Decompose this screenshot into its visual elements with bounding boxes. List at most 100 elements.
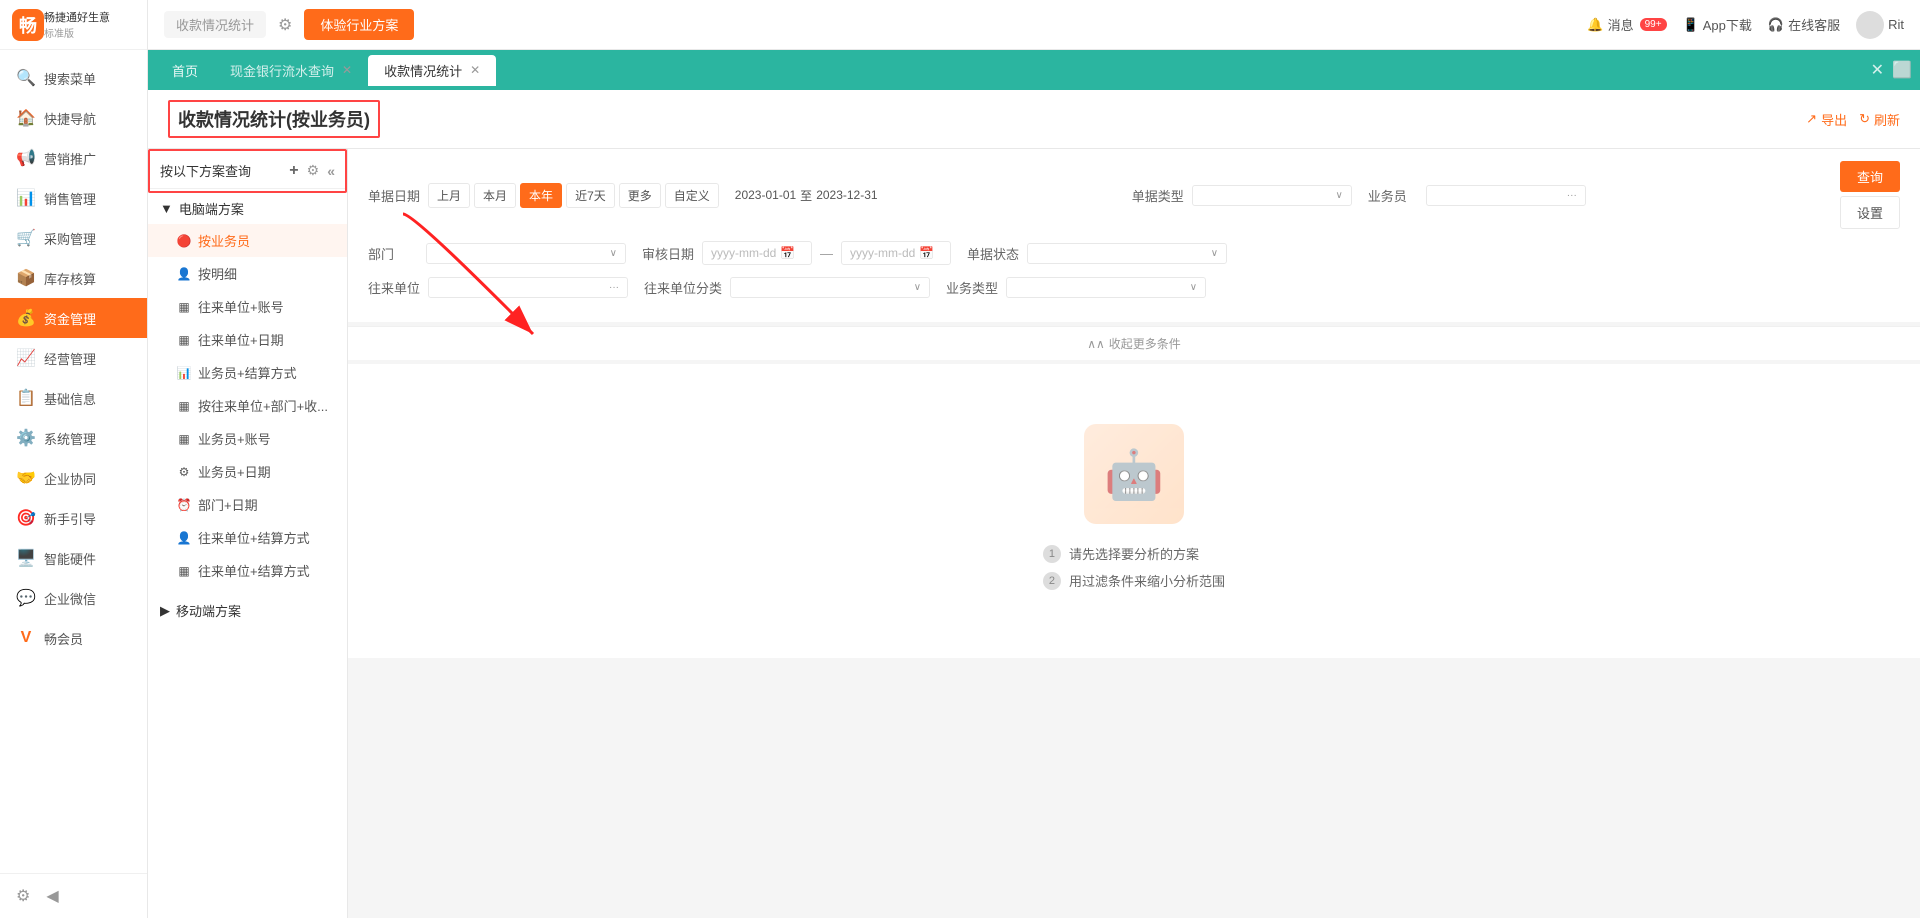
partner-category-select[interactable]: ∨ [730,277,930,298]
tab-home-label: 首页 [172,61,198,80]
scheme-item-by-salesperson[interactable]: 🔴 按业务员 [148,224,347,257]
collapse-bar[interactable]: ∧∧ 收起更多条件 [348,326,1920,360]
calendar-from-icon[interactable]: 📅 [780,246,795,260]
sidebar-item-guide[interactable]: 🎯 新手引导 [0,498,147,538]
collapse-label: 收起更多条件 [1109,335,1181,352]
collapse-sidebar-icon[interactable]: ◀ [46,886,58,906]
mobile-group-label: 移动端方案 [176,601,241,620]
online-service-label: 在线客服 [1788,15,1840,34]
date-tab-prev-month[interactable]: 上月 [428,183,470,208]
date-tabs: 上月 本月 本年 近7天 更多 自定义 [428,183,719,208]
doc-status-select[interactable]: ∨ [1027,243,1227,264]
header-settings-icon[interactable]: ⚙ [278,15,292,35]
partner-category-chevron: ∨ [914,282,921,293]
sidebar-item-purchase[interactable]: 🛒 采购管理 [0,218,147,258]
scheme-label-partner-account: 往来单位+账号 [198,297,284,316]
sidebar-item-hardware[interactable]: 🖥️ 智能硬件 [0,538,147,578]
sidebar-item-finance[interactable]: 💰 资金管理 [0,298,147,338]
collapse-panel-icon[interactable]: « [327,163,335,179]
date-label: 单据日期 [368,186,420,205]
trial-btn[interactable]: 体验行业方案 [304,9,414,40]
tab-maximize-icon[interactable]: ⬜ [1892,60,1912,80]
scheme-item-by-detail[interactable]: 👤 按明细 [148,257,347,290]
doc-status-chevron: ∨ [1211,248,1218,259]
add-scheme-icon[interactable]: + [289,162,298,180]
sidebar-label-hardware: 智能硬件 [44,549,96,568]
logo-text: 畅捷通好生意 标准版 [44,9,110,40]
scheme-item-partner-date[interactable]: ▦ 往来单位+日期 [148,323,347,356]
sidebar-item-basic[interactable]: 📋 基础信息 [0,378,147,418]
date-tab-last-7days[interactable]: 近7天 [566,183,615,208]
calendar-to-icon[interactable]: 📅 [919,246,934,260]
query-btn[interactable]: 查询 [1840,161,1900,192]
scheme-item-salesperson-settle[interactable]: 📊 业务员+结算方式 [148,356,347,389]
date-tab-more[interactable]: 更多 [619,183,661,208]
tab-collection-stats-close[interactable]: ✕ [470,63,480,77]
scheme-label-partner-dept-collect: 按往来单位+部门+收... [198,396,328,415]
review-date-from[interactable]: yyyy-mm-dd 📅 [702,241,812,265]
logo-version: 标准版 [44,25,110,40]
date-tab-this-year[interactable]: 本年 [520,183,562,208]
salesperson-select[interactable]: ··· [1426,185,1586,206]
filter-row-1: 单据日期 上月 本月 本年 近7天 更多 自定义 2023-01-01 至 [368,161,1900,229]
dept-label: 部门 [368,244,418,263]
settings-filter-btn[interactable]: 设置 [1840,196,1900,229]
tab-home[interactable]: 首页 [156,55,214,86]
sidebar-item-business[interactable]: 📈 经营管理 [0,338,147,378]
scheme-label-dept-date: 部门+日期 [198,495,258,514]
basic-icon: 📋 [16,388,36,408]
phone-icon: 📱 [1683,17,1699,33]
tab-bank-flow-close[interactable]: ✕ [342,63,352,77]
avatar-img [1856,11,1884,39]
scheme-item-partner-settle2[interactable]: ▦ 往来单位+结算方式 [148,554,347,587]
app-download-item[interactable]: 📱 App下载 [1683,15,1752,34]
export-btn[interactable]: ↗ 导出 [1806,110,1847,129]
sidebar-item-marketing[interactable]: 📢 营销推广 [0,138,147,178]
sidebar-item-inventory[interactable]: 📦 库存核算 [0,258,147,298]
user-avatar[interactable]: Rit [1856,11,1904,39]
scheme-item-salesperson-date[interactable]: ⚙ 业务员+日期 [148,455,347,488]
online-service-item[interactable]: 🎧 在线客服 [1768,15,1840,34]
date-tab-custom[interactable]: 自定义 [665,183,719,208]
mobile-scheme-group-title[interactable]: ▶ 移动端方案 [148,595,347,626]
sidebar-nav: 🔍 搜索菜单 🏠 快捷导航 📢 营销推广 📊 销售管理 🛒 采购管理 📦 库存核… [0,50,147,873]
left-panel: 按以下方案查询 + ⚙ « ▼ 电脑端方案 🔴 按业务员 [148,149,348,918]
logo-name: 畅捷通好生意 [44,9,110,25]
sidebar-item-member[interactable]: V 畅会员 [0,618,147,658]
partner-select[interactable]: ··· [428,277,628,298]
review-from-placeholder: yyyy-mm-dd [711,246,776,260]
page-title: 收款情况统计(按业务员) [168,100,380,138]
refresh-btn[interactable]: ↻ 刷新 [1859,110,1900,129]
sidebar-item-enterprise[interactable]: 🤝 企业协同 [0,458,147,498]
notifications-item[interactable]: 🔔 消息 99+ [1587,15,1666,34]
review-date-to[interactable]: yyyy-mm-dd 📅 [841,241,951,265]
desktop-scheme-group-title[interactable]: ▼ 电脑端方案 [148,193,347,224]
sidebar-item-search-menu[interactable]: 🔍 搜索菜单 [0,58,147,98]
sidebar-item-quick-nav[interactable]: 🏠 快捷导航 [0,98,147,138]
tab-collection-stats[interactable]: 收款情况统计 ✕ [368,55,496,86]
export-label: 导出 [1821,110,1847,129]
biz-type-label: 业务类型 [946,278,998,297]
date-tab-this-month[interactable]: 本月 [474,183,516,208]
sidebar-item-sales[interactable]: 📊 销售管理 [0,178,147,218]
doc-type-select[interactable]: ∨ [1192,185,1352,206]
step-2-text: 用过滤条件来缩小分析范围 [1069,571,1225,590]
scheme-item-partner-dept-collect[interactable]: ▦ 按往来单位+部门+收... [148,389,347,422]
scheme-item-salesperson-account[interactable]: ▦ 业务员+账号 [148,422,347,455]
scheme-item-dept-date[interactable]: ⏰ 部门+日期 [148,488,347,521]
dept-select[interactable]: ∨ [426,243,626,264]
partner-more[interactable]: ··· [609,282,619,293]
tab-close-all-icon[interactable]: ✕ [1871,60,1884,80]
scheme-settings-icon[interactable]: ⚙ [307,162,320,179]
enterprise-icon: 🤝 [16,468,36,488]
sidebar-label-guide: 新手引导 [44,509,96,528]
notifications-badge: 99+ [1640,18,1667,31]
scheme-item-partner-account[interactable]: ▦ 往来单位+账号 [148,290,347,323]
sidebar-item-system[interactable]: ⚙️ 系统管理 [0,418,147,458]
biz-type-select[interactable]: ∨ [1006,277,1206,298]
sidebar-item-wechat[interactable]: 💬 企业微信 [0,578,147,618]
settings-bottom-icon[interactable]: ⚙ [16,886,30,906]
tab-bank-flow[interactable]: 现金银行流水查询 ✕ [214,55,368,86]
scheme-item-partner-settle1[interactable]: 👤 往来单位+结算方式 [148,521,347,554]
scheme-label-salesperson-settle: 业务员+结算方式 [198,363,297,382]
